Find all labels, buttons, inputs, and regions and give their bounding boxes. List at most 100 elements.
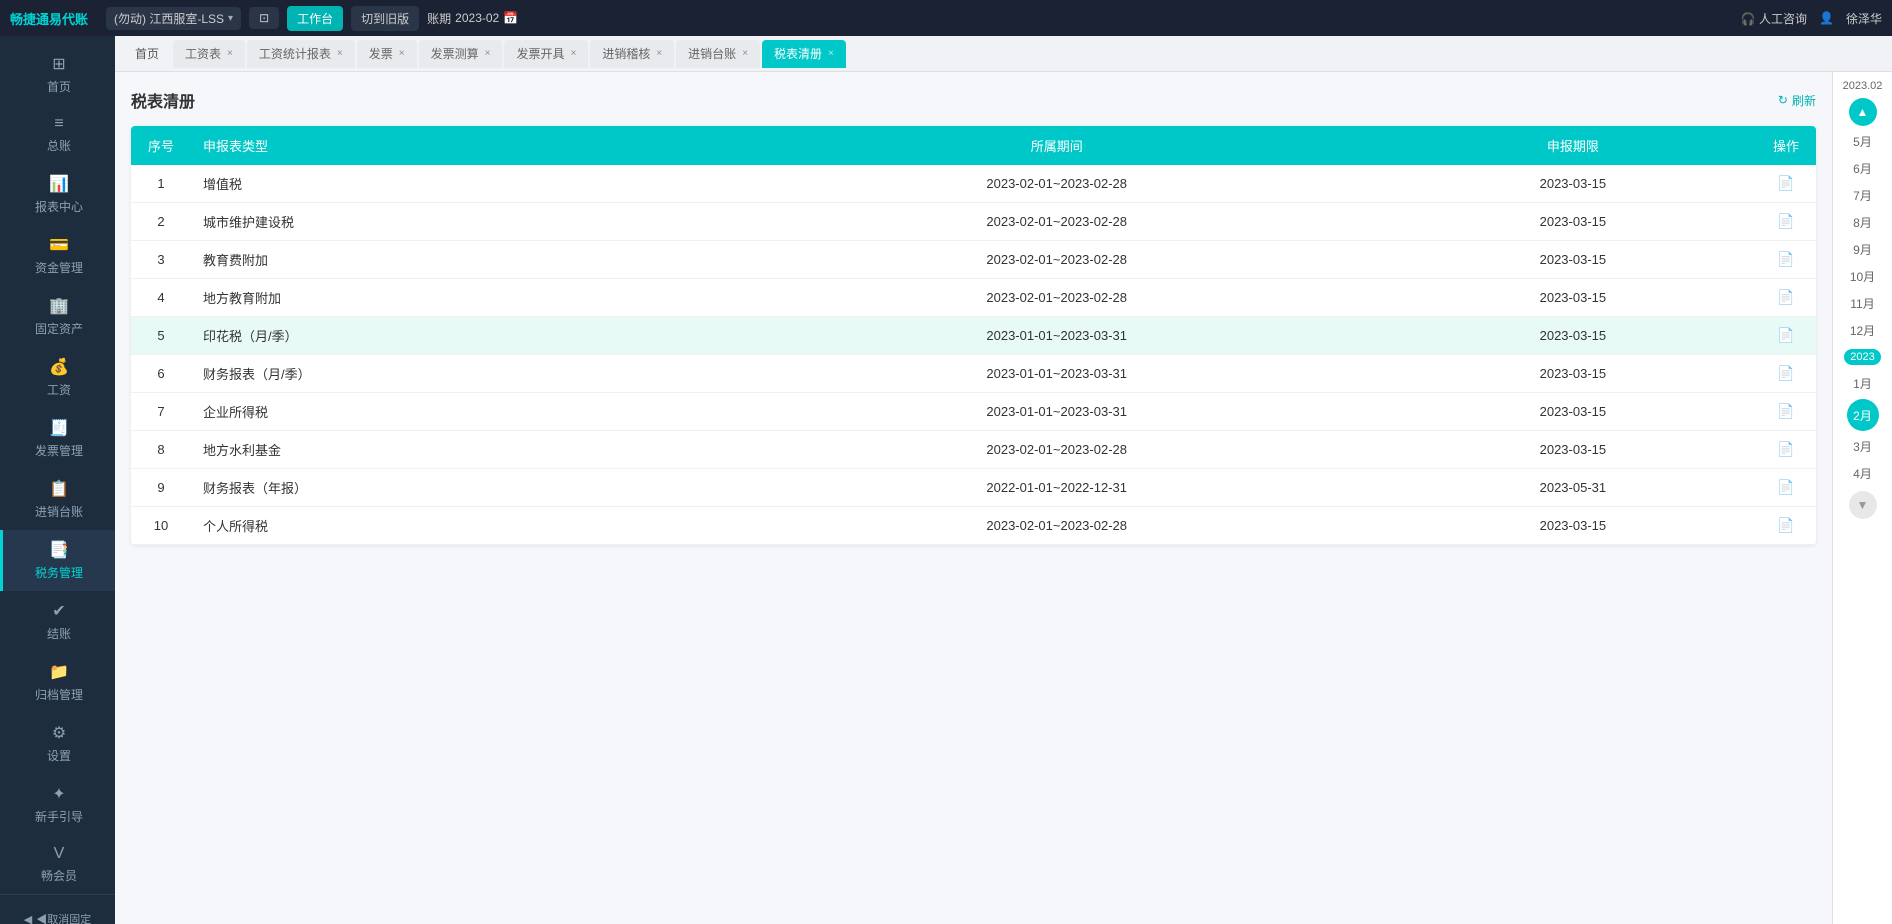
sidebar-item-wage[interactable]: 💰 工资: [0, 347, 115, 408]
asset-icon: 🏢: [49, 296, 69, 316]
tab-invoice-open[interactable]: 发票开具 ×: [504, 40, 588, 68]
panel-year-badge[interactable]: 2023: [1844, 349, 1880, 365]
action-icon[interactable]: 📄: [1777, 479, 1794, 495]
panel-month-4[interactable]: 4月: [1833, 460, 1892, 487]
user-avatar: 👤: [1819, 11, 1834, 25]
panel-month-8[interactable]: 8月: [1833, 209, 1892, 236]
workbench-button[interactable]: 工作台: [287, 6, 343, 31]
panel-month-1[interactable]: 1月: [1833, 370, 1892, 397]
tab-home[interactable]: 首页: [123, 40, 171, 68]
panel-month-11[interactable]: 11月: [1833, 290, 1892, 317]
cell-no: 6: [131, 355, 191, 393]
tab-purchase-ledger-label: 进销台账: [688, 45, 736, 62]
sidebar-item-asset[interactable]: 🏢 固定资产: [0, 286, 115, 347]
tab-invoice-open-label: 发票开具: [516, 45, 564, 62]
action-icon[interactable]: 📄: [1777, 175, 1794, 191]
tab-purchase-audit-close[interactable]: ×: [656, 48, 662, 59]
old-version-button[interactable]: 切到旧版: [351, 6, 419, 31]
sidebar-item-settlement[interactable]: ✔ 结账: [0, 591, 115, 652]
sidebar-item-home[interactable]: ⊞ 首页: [0, 44, 115, 105]
sidebar-item-member[interactable]: V 畅会员: [0, 835, 115, 894]
table-row: 5 印花税（月/季） 2023-01-01~2023-03-31 2023-03…: [131, 317, 1816, 355]
cell-period: 2023-01-01~2023-03-31: [724, 317, 1390, 355]
cell-type: 个人所得税: [191, 507, 724, 545]
tab-purchase-ledger[interactable]: 进销台账 ×: [676, 40, 760, 68]
sidebar-item-archive[interactable]: 📁 归档管理: [0, 652, 115, 713]
table-header-row: 序号 申报表类型 所属期间 申报期限 操作: [131, 126, 1816, 165]
sidebar-item-invoice[interactable]: 🧾 发票管理: [0, 408, 115, 469]
cell-deadline: 2023-03-15: [1390, 393, 1756, 431]
panel-month-3[interactable]: 3月: [1833, 433, 1892, 460]
company-name: (勿动) 江西服室-LSS: [114, 10, 224, 27]
tab-payroll-report[interactable]: 工资统计报表 ×: [247, 40, 355, 68]
tab-tax-register-close[interactable]: ×: [828, 48, 834, 59]
table-row: 4 地方教育附加 2023-02-01~2023-02-28 2023-03-1…: [131, 279, 1816, 317]
action-icon[interactable]: 📄: [1777, 441, 1794, 457]
tab-payroll[interactable]: 工资表 ×: [173, 40, 245, 68]
tab-purchase-ledger-close[interactable]: ×: [742, 48, 748, 59]
table-row: 7 企业所得税 2023-01-01~2023-03-31 2023-03-15…: [131, 393, 1816, 431]
sidebar-label-home: 首页: [47, 78, 71, 95]
sidebar-item-settings[interactable]: ⚙ 设置: [0, 713, 115, 774]
tab-purchase-audit[interactable]: 进销稽核 ×: [590, 40, 674, 68]
settlement-icon: ✔: [52, 601, 65, 621]
period-value: 2023-02: [455, 11, 499, 25]
cell-period: 2023-02-01~2023-02-28: [724, 279, 1390, 317]
tab-invoice-open-close[interactable]: ×: [570, 48, 576, 59]
panel-month-7[interactable]: 7月: [1833, 182, 1892, 209]
cell-no: 3: [131, 241, 191, 279]
sidebar-item-capital[interactable]: 💳 资金管理: [0, 225, 115, 286]
panel-up-button[interactable]: ▲: [1849, 98, 1877, 126]
sidebar-item-guide[interactable]: ✦ 新手引导: [0, 774, 115, 835]
cell-deadline: 2023-05-31: [1390, 469, 1756, 507]
chevron-down-icon: ▾: [228, 13, 233, 24]
panel-down-button[interactable]: ▼: [1849, 491, 1877, 519]
cell-type: 增值税: [191, 165, 724, 203]
tab-invoice-close[interactable]: ×: [399, 48, 405, 59]
panel-month-5[interactable]: 5月: [1833, 128, 1892, 155]
panel-month-12[interactable]: 12月: [1833, 317, 1892, 344]
sales-icon: 📋: [49, 479, 69, 499]
action-icon[interactable]: 📄: [1777, 327, 1794, 343]
user-name[interactable]: 徐泽华: [1846, 10, 1882, 27]
sidebar-label-asset: 固定资产: [35, 320, 83, 337]
sidebar-item-report[interactable]: 📊 报表中心: [0, 164, 115, 225]
action-icon[interactable]: 📄: [1777, 365, 1794, 381]
tab-invoice-calc-close[interactable]: ×: [485, 48, 491, 59]
tab-tax-register[interactable]: 税表清册 ×: [762, 40, 846, 68]
sidebar-item-tax[interactable]: 📑 税务管理: [0, 530, 115, 591]
period-info: 账期 2023-02 📅: [427, 10, 518, 27]
tab-invoice-calc[interactable]: 发票测算 ×: [419, 40, 503, 68]
ai-consult-btn[interactable]: 🎧 人工咨询: [1741, 10, 1807, 27]
calendar-icon[interactable]: 📅: [503, 11, 518, 25]
refresh-button[interactable]: ↻ 刷新: [1778, 92, 1816, 109]
tab-tax-register-label: 税表清册: [774, 45, 822, 62]
tab-payroll-close[interactable]: ×: [227, 48, 233, 59]
panel-month-10[interactable]: 10月: [1833, 263, 1892, 290]
panel-month-9[interactable]: 9月: [1833, 236, 1892, 263]
table-row: 10 个人所得税 2023-02-01~2023-02-28 2023-03-1…: [131, 507, 1816, 545]
action-icon[interactable]: 📄: [1777, 289, 1794, 305]
action-icon[interactable]: 📄: [1777, 403, 1794, 419]
action-icon[interactable]: 📄: [1777, 213, 1794, 229]
copy-button[interactable]: ⊡: [249, 7, 279, 29]
headset-icon: 🎧: [1741, 12, 1756, 26]
tab-invoice[interactable]: 发票 ×: [357, 40, 417, 68]
archive-icon: 📁: [49, 662, 69, 682]
sidebar-label-archive: 归档管理: [35, 686, 83, 703]
tab-payroll-report-close[interactable]: ×: [337, 48, 343, 59]
panel-month-2-active[interactable]: 2月: [1847, 399, 1879, 431]
cell-period: 2023-02-01~2023-02-28: [724, 241, 1390, 279]
table-row: 8 地方水利基金 2023-02-01~2023-02-28 2023-03-1…: [131, 431, 1816, 469]
action-icon[interactable]: 📄: [1777, 517, 1794, 533]
sidebar-label-guide: 新手引导: [35, 808, 83, 825]
panel-month-6[interactable]: 6月: [1833, 155, 1892, 182]
sidebar-item-sales[interactable]: 📋 进销台账: [0, 469, 115, 530]
unpin-button[interactable]: ◀ ◀取消固定: [0, 905, 115, 924]
tab-invoice-calc-label: 发票测算: [431, 45, 479, 62]
tab-bar: 首页 工资表 × 工资统计报表 × 发票 × 发票测算 × 发票开具 ×: [115, 36, 1892, 72]
action-icon[interactable]: 📄: [1777, 251, 1794, 267]
company-selector[interactable]: (勿动) 江西服室-LSS ▾: [106, 7, 241, 30]
sidebar-item-ledger[interactable]: ≡ 总账: [0, 105, 115, 164]
cell-deadline: 2023-03-15: [1390, 317, 1756, 355]
